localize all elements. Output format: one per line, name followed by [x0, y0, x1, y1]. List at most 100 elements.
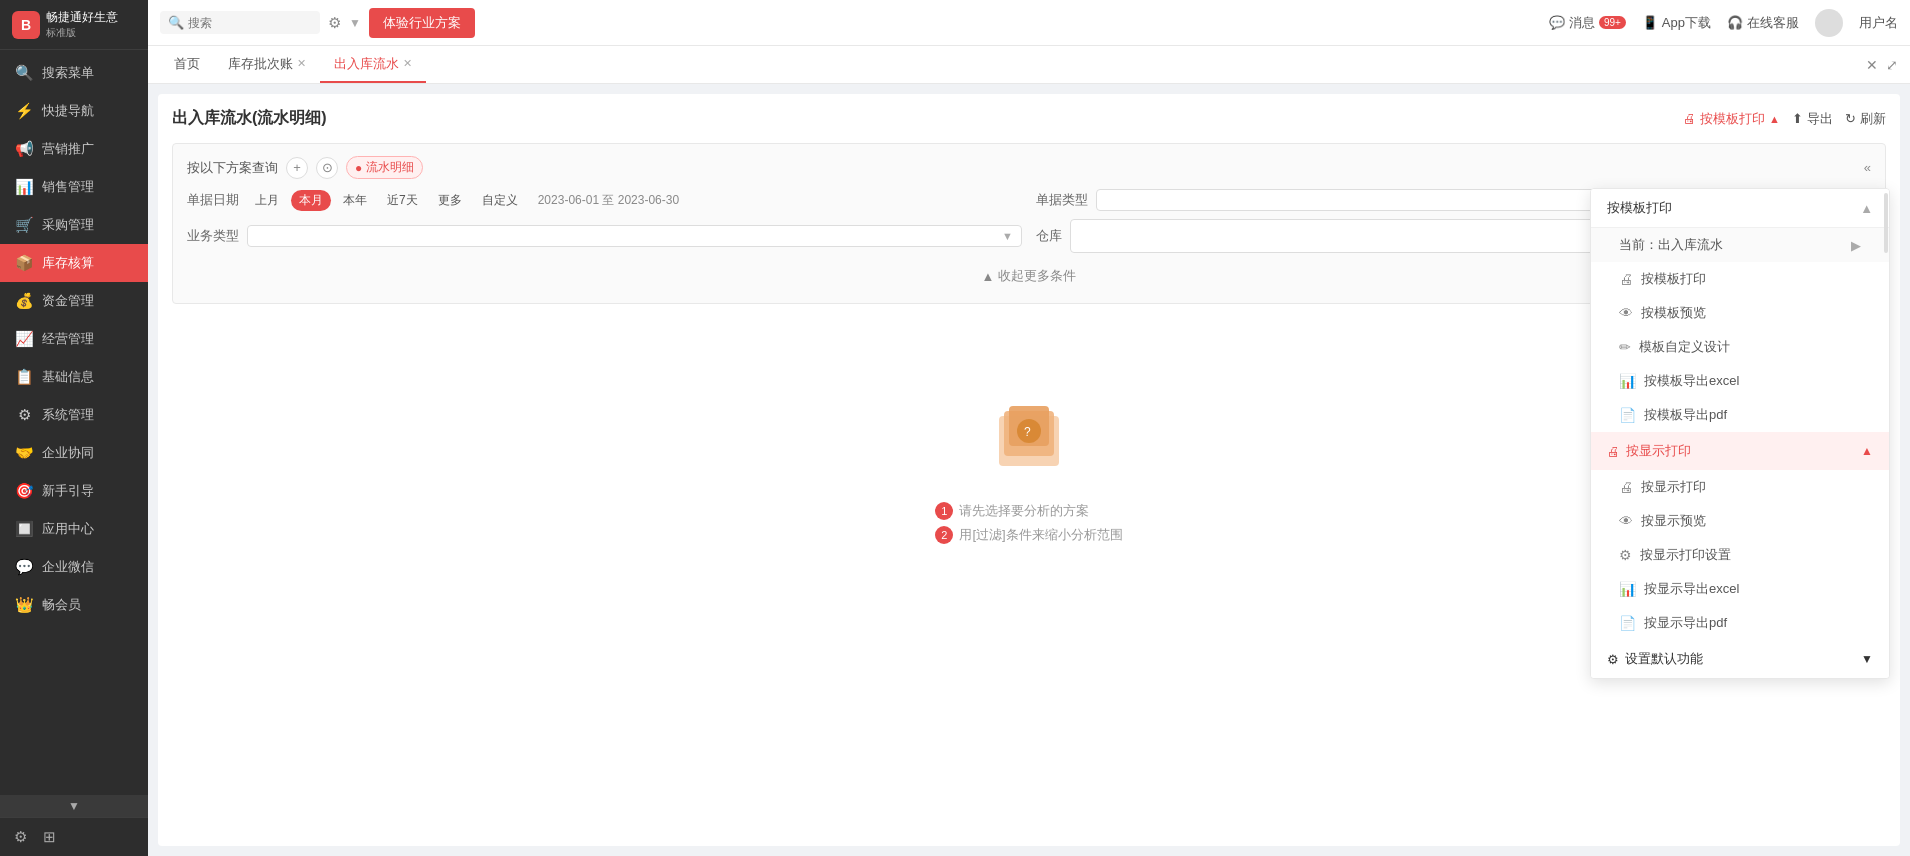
sidebar-item-purchase[interactable]: 🛒采购管理: [0, 206, 148, 244]
sidebar-item-ops[interactable]: 📈经营管理: [0, 320, 148, 358]
sidebar-item-quick-nav[interactable]: ⚡快捷导航: [0, 92, 148, 130]
close-inout-flow-icon[interactable]: ✕: [403, 57, 412, 70]
date-range-display: 2023-06-01 至 2023-06-30: [538, 192, 679, 209]
nav-label-app-center: 应用中心: [42, 520, 94, 538]
excel2-icon: 📊: [1619, 581, 1636, 597]
sidebar-scroll-down[interactable]: ▼: [0, 795, 148, 817]
purchase-icon: 🛒: [14, 216, 34, 234]
settings-icon[interactable]: ⚙: [14, 828, 27, 846]
nav-label-inventory: 库存核算: [42, 254, 94, 272]
message-item[interactable]: 💬 消息 99+: [1549, 14, 1626, 32]
empty-illustration: ?: [979, 386, 1079, 486]
dropdown-item-display-excel[interactable]: 📊 按显示导出excel: [1591, 572, 1889, 606]
user-avatar[interactable]: [1815, 9, 1843, 37]
filter-add-button[interactable]: +: [286, 157, 308, 179]
enterprise-icon: 🤝: [14, 444, 34, 462]
dropdown-item-template-preview[interactable]: 👁 按模板预览: [1591, 296, 1889, 330]
sidebar-item-basic[interactable]: 📋基础信息: [0, 358, 148, 396]
phone-icon: 📱: [1642, 15, 1658, 30]
tab-home[interactable]: 首页: [160, 47, 214, 83]
dropdown-item-display-print[interactable]: 🖨 按显示打印: [1591, 470, 1889, 504]
date-opt-more[interactable]: 更多: [430, 190, 470, 211]
tabs-bar: 首页 库存批次账 ✕ 出入库流水 ✕ ✕ ⤢: [148, 46, 1910, 84]
biz-type-select-wrap: ▼: [247, 225, 1022, 247]
dropdown-close-icon[interactable]: ▲: [1860, 201, 1873, 216]
dropdown-item-template-customize[interactable]: ✏ 模板自定义设计: [1591, 330, 1889, 364]
sidebar-item-guide[interactable]: 🎯新手引导: [0, 472, 148, 510]
logo-text: 畅捷通好生意 标准版: [46, 10, 118, 39]
biz-type-select[interactable]: ▼: [247, 225, 1022, 247]
sidebar-item-marketing[interactable]: 📢 营销推广: [0, 130, 148, 168]
sidebar-item-finance[interactable]: 💰资金管理: [0, 282, 148, 320]
dropdown-item-display-pdf[interactable]: 📄 按显示导出pdf: [1591, 606, 1889, 640]
wechat-icon: 💬: [14, 558, 34, 576]
filter-label: 按以下方案查询: [187, 159, 278, 177]
search-icon: 🔍: [168, 15, 184, 30]
dropdown-display-section-header[interactable]: 🖨 按显示打印 ▲: [1591, 432, 1889, 470]
sidebar-item-member[interactable]: 👑畅会员: [0, 586, 148, 624]
date-options: 上月 本月 本年 近7天 更多 自定义: [247, 190, 526, 211]
dropdown-panel: 按模板打印 ▲ 当前：出入库流水 ▶ 🖨 按模板打印 👁 按模板预览: [1590, 188, 1890, 679]
tab-inventory-batch[interactable]: 库存批次账 ✕: [214, 47, 320, 83]
sidebar-item-enterprise[interactable]: 🤝企业协同: [0, 434, 148, 472]
settings-gear-icon[interactable]: ⚙: [328, 14, 341, 32]
date-opt-custom[interactable]: 自定义: [474, 190, 526, 211]
tab-inout-flow[interactable]: 出入库流水 ✕: [320, 47, 426, 83]
sidebar-item-system[interactable]: ⚙系统管理: [0, 396, 148, 434]
close-tab-button[interactable]: ✕: [1866, 57, 1878, 73]
sidebar-item-inventory[interactable]: 📦库存核算: [0, 244, 148, 282]
online-service-item[interactable]: 🎧 在线客服: [1727, 14, 1799, 32]
maximize-tab-button[interactable]: ⤢: [1886, 57, 1898, 73]
print-template-button[interactable]: 🖨 按模板打印 ▲: [1683, 110, 1780, 128]
dropdown-item-template-excel[interactable]: 📊 按模板导出excel: [1591, 364, 1889, 398]
sidebar-item-wechat[interactable]: 💬企业微信: [0, 548, 148, 586]
page-title: 出入库流水(流水明细): [172, 108, 327, 129]
marketing-icon: 📢: [14, 140, 34, 158]
collapse-icon[interactable]: ⊞: [43, 828, 56, 846]
filter-collapse-icon[interactable]: «: [1864, 160, 1871, 175]
app-download-item[interactable]: 📱 App下载: [1642, 14, 1711, 32]
filter-header: 按以下方案查询 + ⊙ ● 流水明细 «: [187, 156, 1871, 179]
close-inventory-batch-icon[interactable]: ✕: [297, 57, 306, 70]
topbar-chevron[interactable]: ▼: [349, 16, 361, 30]
tab-inventory-batch-label: 库存批次账: [228, 55, 293, 73]
date-opt-last-month[interactable]: 上月: [247, 190, 287, 211]
preview2-icon: 👁: [1619, 513, 1633, 529]
logo-icon: B: [12, 11, 40, 39]
date-opt-7days[interactable]: 近7天: [379, 190, 426, 211]
filter-date-field: 单据日期 上月 本月 本年 近7天 更多 自定义 2023-06-01 至 20…: [187, 190, 1022, 211]
display-print-section-icon: 🖨: [1607, 444, 1620, 459]
export-button[interactable]: ⬆ 导出: [1792, 110, 1833, 128]
date-opt-this-year[interactable]: 本年: [335, 190, 375, 211]
filter-biz-field: 业务类型 ▼: [187, 225, 1022, 247]
dropdown-current[interactable]: 当前：出入库流水 ▶: [1591, 228, 1889, 262]
dropdown-item-template-pdf[interactable]: 📄 按模板导出pdf: [1591, 398, 1889, 432]
date-opt-this-month[interactable]: 本月: [291, 190, 331, 211]
sidebar-item-search[interactable]: 🔍搜索菜单: [0, 54, 148, 92]
sidebar-item-sales[interactable]: 📊销售管理: [0, 168, 148, 206]
type-label: 单据类型: [1036, 191, 1088, 209]
system-icon: ⚙: [14, 406, 34, 424]
page-inner: 出入库流水(流水明细) 🖨 按模板打印 ▲ ⬆ 导出 ↻ 刷新: [158, 94, 1900, 846]
nav-label-marketing: 营销推广: [42, 140, 94, 158]
nav-label-basic: 基础信息: [42, 368, 94, 386]
dropdown-item-template-print[interactable]: 🖨 按模板打印: [1591, 262, 1889, 296]
filter-tag: ● 流水明细: [346, 156, 423, 179]
refresh-button[interactable]: ↻ 刷新: [1845, 110, 1886, 128]
date-label: 单据日期: [187, 191, 239, 209]
dropdown-item-display-preview[interactable]: 👁 按显示预览: [1591, 504, 1889, 538]
pdf-icon: 📄: [1619, 407, 1636, 423]
dropdown-item-display-settings[interactable]: ⚙ 按显示打印设置: [1591, 538, 1889, 572]
nav-label-member: 畅会员: [42, 596, 81, 614]
topbar-search: 🔍: [160, 11, 320, 34]
tab-inout-flow-label: 出入库流水: [334, 55, 399, 73]
filter-settings-button[interactable]: ⊙: [316, 157, 338, 179]
search-input[interactable]: [188, 16, 288, 30]
ops-icon: 📈: [14, 330, 34, 348]
dropdown-scrollbar[interactable]: [1883, 189, 1889, 678]
industry-solution-button[interactable]: 体验行业方案: [369, 8, 475, 38]
user-name: 用户名: [1859, 14, 1898, 32]
quick-nav-icon: ⚡: [14, 102, 34, 120]
dropdown-settings-section-header[interactable]: ⚙ 设置默认功能 ▼: [1591, 640, 1889, 678]
sidebar-item-app-center[interactable]: 🔲应用中心: [0, 510, 148, 548]
